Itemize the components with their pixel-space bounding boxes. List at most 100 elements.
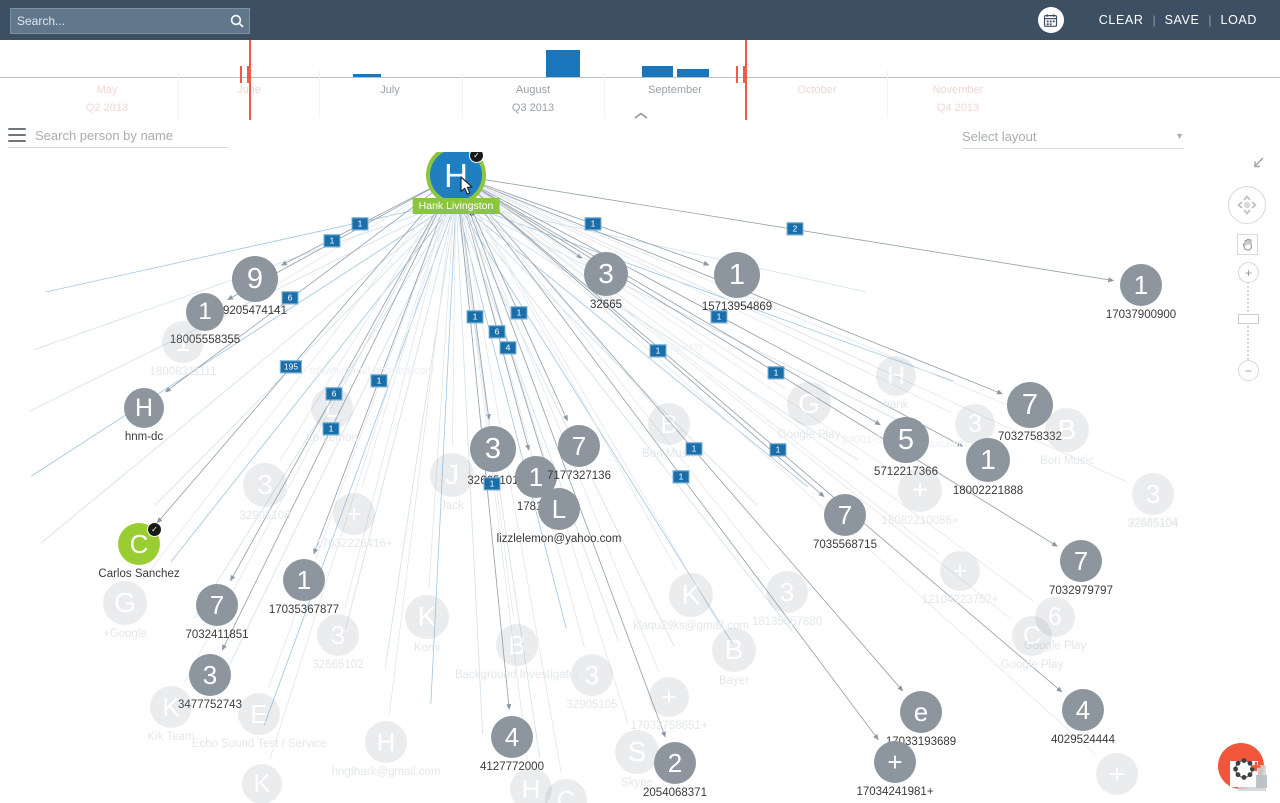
save-button[interactable]: SAVE — [1156, 13, 1209, 27]
chevron-down-icon[interactable]: ▼ — [1175, 131, 1184, 141]
graph-node[interactable]: 4 — [491, 716, 533, 758]
graph-node[interactable]: 4 — [1062, 689, 1104, 731]
graph-node[interactable]: K — [669, 573, 713, 617]
graph-node[interactable]: e — [900, 691, 942, 733]
search-icon[interactable] — [225, 10, 249, 32]
graph-node[interactable]: 3 — [584, 252, 628, 296]
timeline-bar[interactable] — [353, 74, 381, 77]
zoom-out-button[interactable]: − — [1238, 360, 1259, 381]
graph-node[interactable]: 3 — [766, 571, 808, 613]
graph-edge[interactable] — [142, 196, 440, 581]
graph-node[interactable]: + — [649, 677, 689, 717]
graph-node[interactable]: K — [150, 686, 192, 728]
graph-node[interactable]: K — [405, 595, 449, 639]
graph-edge[interactable] — [269, 201, 448, 759]
graph-node[interactable]: + — [333, 493, 375, 535]
graph-node[interactable]: 7 — [196, 584, 238, 626]
graph-node[interactable]: 3 — [470, 426, 516, 472]
timeline-range-handle-end[interactable] — [745, 40, 747, 120]
graph-node[interactable]: 3 — [243, 463, 287, 507]
graph-edge-label[interactable]: 4 — [499, 341, 517, 355]
graph-edge-label[interactable]: 6 — [488, 325, 506, 339]
clear-button[interactable]: CLEAR — [1090, 13, 1153, 27]
timeline-range-handle-start[interactable] — [249, 40, 251, 120]
hand-tool-icon[interactable] — [1237, 234, 1258, 255]
graph-node[interactable]: + — [874, 741, 916, 783]
graph-edge-label[interactable]: 1 — [466, 310, 484, 324]
search-input[interactable] — [11, 14, 225, 28]
graph-edge-label[interactable]: 1 — [323, 234, 341, 248]
calendar-icon[interactable] — [1037, 7, 1064, 33]
graph-node[interactable]: 3 — [1132, 473, 1174, 515]
graph-edge[interactable] — [455, 200, 567, 629]
graph-node[interactable]: 7 — [824, 494, 866, 536]
graph-node[interactable]: S — [615, 730, 659, 774]
graph-node[interactable]: B — [1045, 408, 1089, 452]
graph-edge-label[interactable]: 1 — [672, 470, 690, 484]
zoom-slider-thumb[interactable] — [1238, 314, 1259, 324]
graph-edge-label[interactable]: 1 — [685, 442, 703, 456]
graph-edge[interactable] — [30, 200, 457, 477]
graph-node[interactable]: H — [365, 721, 407, 763]
graph-edge-label[interactable]: 1 — [649, 344, 667, 358]
graph-node[interactable]: L — [538, 488, 580, 530]
graph-node[interactable]: B — [496, 624, 538, 666]
graph-node[interactable]: B — [712, 628, 756, 672]
graph-node[interactable]: 1 — [283, 559, 325, 601]
graph-node[interactable]: 1 — [162, 321, 204, 363]
pan-dpad-icon[interactable] — [1228, 186, 1266, 224]
zoom-in-button[interactable]: + — [1238, 262, 1259, 283]
graph-edge-label[interactable]: 1 — [767, 366, 785, 380]
graph-node[interactable]: G — [787, 382, 831, 426]
graph-node[interactable]: J — [430, 453, 474, 497]
graph-edge-label[interactable]: 1 — [769, 443, 787, 457]
graph-edge-label[interactable]: 1 — [370, 374, 388, 388]
graph-edge-label[interactable]: 195 — [279, 360, 303, 374]
graph-edge-label[interactable]: 6 — [281, 291, 299, 305]
add-graph-icon[interactable] — [1216, 739, 1272, 795]
timeline-bar[interactable] — [677, 69, 709, 77]
graph-edge-label[interactable]: 1 — [351, 217, 369, 231]
graph-node[interactable]: 3 — [189, 654, 231, 696]
graph-edge-label[interactable]: 1 — [584, 217, 602, 231]
graph-node[interactable]: 2 — [654, 742, 696, 784]
graph-node[interactable]: C ✓ — [118, 522, 162, 565]
layout-select[interactable]: Select layout ▼ — [962, 124, 1184, 149]
graph-node[interactable]: 7 — [1060, 540, 1102, 582]
graph-node[interactable]: 3 — [955, 404, 995, 444]
graph-node[interactable]: + — [898, 468, 942, 512]
graph-edge[interactable] — [279, 198, 442, 461]
person-search-input[interactable] — [33, 126, 228, 144]
graph-edge[interactable] — [473, 196, 770, 571]
load-button[interactable]: LOAD — [1212, 13, 1266, 27]
graph-edge-label[interactable]: 1 — [510, 306, 528, 320]
graph-node[interactable]: C — [1012, 616, 1052, 656]
graph-node[interactable]: H — [124, 388, 164, 428]
graph-node[interactable]: G — [103, 581, 147, 625]
graph-edge[interactable] — [428, 202, 455, 589]
graph-node[interactable]: + — [940, 551, 980, 591]
graph-edge-label[interactable]: 6 — [325, 387, 343, 401]
person-search[interactable] — [8, 123, 228, 148]
graph-edge-label[interactable]: 1 — [483, 477, 501, 491]
graph-node[interactable]: E — [238, 693, 280, 735]
graph-node[interactable]: 5 — [883, 417, 929, 463]
graph-canvas[interactable]: mbwh@mail.pharma.com vtext.com 24001-5 3266… — [0, 152, 1280, 803]
graph-node[interactable]: 7 — [558, 425, 600, 467]
timeline-bar[interactable] — [546, 50, 580, 77]
graph-node[interactable]: H — [876, 356, 916, 396]
graph-node[interactable]: 9 — [232, 256, 278, 302]
graph-node[interactable]: 1 — [714, 252, 760, 298]
graph-node[interactable]: 1 — [966, 438, 1010, 482]
graph-edge-label[interactable]: 1 — [710, 310, 728, 324]
global-search[interactable] — [10, 8, 250, 34]
collapse-arrow-icon[interactable] — [1252, 156, 1266, 170]
hamburger-icon[interactable] — [8, 128, 26, 142]
graph-edge[interactable] — [459, 202, 514, 618]
timeline-bar[interactable] — [642, 66, 673, 77]
graph-node[interactable]: 1 — [1120, 264, 1162, 306]
range-handle-icon[interactable] — [736, 66, 745, 83]
graph-node[interactable]: K — [242, 764, 282, 803]
range-handle-icon[interactable] — [240, 66, 249, 83]
graph-node[interactable]: 3 — [317, 614, 359, 656]
